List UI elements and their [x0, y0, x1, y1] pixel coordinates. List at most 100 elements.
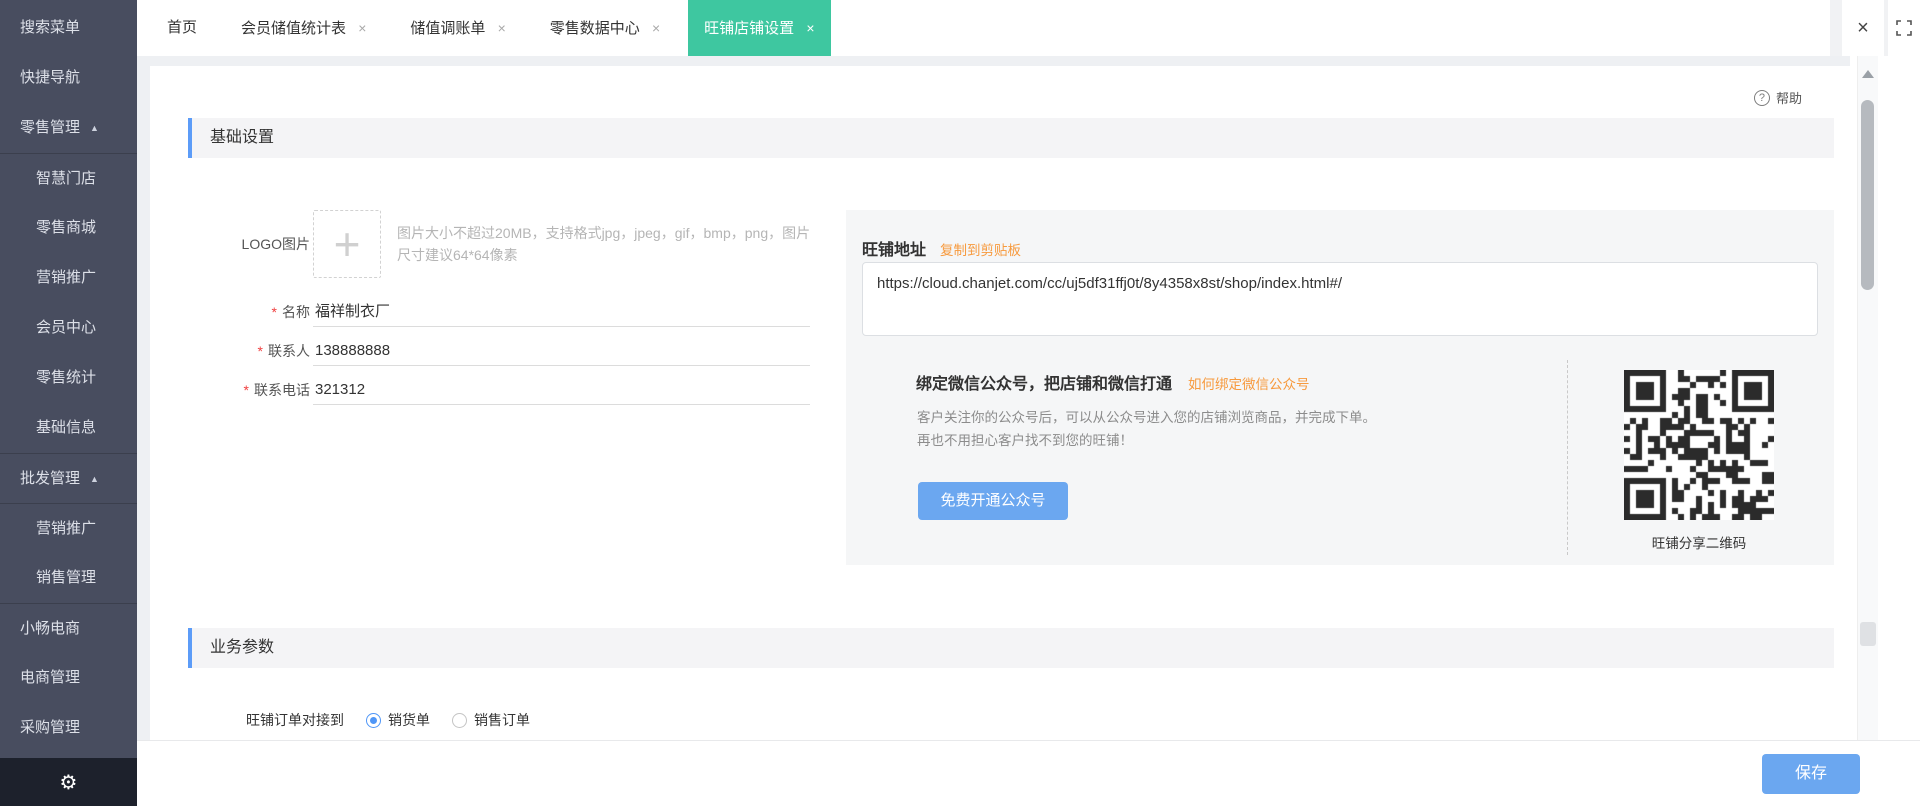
required-mark: * — [257, 343, 263, 359]
sidebar-item-marketing-promotion-wholesale[interactable]: 营销推广 — [0, 503, 137, 553]
tab-retail-data-center[interactable]: 零售数据中心 × — [534, 0, 676, 56]
save-button[interactable]: 保存 — [1762, 754, 1860, 794]
radio-label: 销售订单 — [474, 712, 530, 728]
tab-label: 会员储值统计表 — [241, 20, 347, 37]
dashed-divider — [1567, 360, 1568, 555]
scroll-segment[interactable] — [1860, 622, 1876, 646]
shop-url-box[interactable]: https://cloud.chanjet.com/cc/uj5df31ffj0… — [862, 262, 1818, 336]
sidebar-item-search-menu[interactable]: 搜索菜单 — [0, 3, 137, 53]
radio-circle-selected — [366, 712, 381, 728]
tab-close-icon[interactable]: × — [498, 20, 506, 36]
tab-member-stored-value-report[interactable]: 会员储值统计表 × — [225, 0, 382, 56]
section-header-basic: 基础设置 — [188, 118, 1834, 158]
tab-stored-value-adjustment[interactable]: 储值调账单 × — [394, 0, 521, 56]
field-label: * 联系人 — [150, 336, 310, 366]
close-icon: × — [1857, 17, 1869, 39]
order-dock-row: 旺铺订单对接到 销货单 销售订单 — [246, 710, 530, 730]
qr-code: 旺铺分享二维码 — [1623, 370, 1775, 552]
field-row-phone: * 联系电话 321312 — [150, 375, 810, 405]
wechat-howto-link[interactable]: 如何绑定微信公众号 — [1188, 373, 1310, 393]
required-mark: * — [271, 304, 277, 320]
tab-label: 首页 — [167, 19, 198, 36]
tab-shop-settings-active[interactable]: 旺铺店铺设置 × — [688, 0, 831, 56]
content-panel: ? 帮助 基础设置 LOGO图片 + 图片大小不超过20MB，支持格式jpg，j… — [150, 66, 1850, 740]
shop-address-panel: 旺铺地址 复制到剪贴板 https://cloud.chanjet.com/cc… — [846, 210, 1834, 565]
shop-address-title: 旺铺地址 — [862, 242, 927, 259]
sidebar-item-quick-nav[interactable]: 快捷导航 — [0, 53, 137, 103]
sidebar-item-ecommerce-management[interactable]: 电商管理 — [0, 653, 137, 703]
field-label-text: 联系电话 — [254, 382, 310, 398]
section-header-business: 业务参数 — [188, 628, 1834, 668]
scroll-thumb[interactable] — [1861, 100, 1874, 290]
sidebar-item-marketing-promotion-retail[interactable]: 营销推广 — [0, 253, 137, 303]
scrollbar[interactable] — [1857, 56, 1878, 740]
field-label: * 名称 — [150, 297, 310, 327]
tab-label: 储值调账单 — [410, 20, 486, 37]
radio-circle — [452, 712, 467, 728]
sidebar-item-retail-statistics[interactable]: 零售统计 — [0, 353, 137, 403]
footer-bar: 保存 — [137, 740, 1920, 806]
name-input[interactable]: 福祥制衣厂 — [313, 297, 810, 327]
open-official-account-button[interactable]: 免费开通公众号 — [918, 482, 1068, 520]
section-title: 基础设置 — [210, 129, 275, 146]
basic-fields: * 名称 福祥制衣厂 * 联系人 138888888 * 联系电话 321312 — [150, 297, 810, 414]
tab-close-icon[interactable]: × — [358, 20, 366, 36]
sidebar-item-retail-management-group[interactable]: 零售管理 ▲ — [0, 103, 137, 153]
tabbar-spacer — [1830, 0, 1842, 56]
radio-label: 销货单 — [388, 712, 430, 728]
sidebar-item-retail-mall[interactable]: 零售商城 — [0, 203, 137, 253]
tabbar-fullscreen-button[interactable] — [1888, 0, 1920, 56]
field-label-text: 名称 — [282, 304, 310, 320]
tab-close-icon[interactable]: × — [652, 20, 660, 36]
radio-option-sales-order[interactable]: 销售订单 — [452, 710, 530, 730]
sidebar-item-sales-management[interactable]: 销售管理 — [0, 553, 137, 603]
help-link[interactable]: ? 帮助 — [1753, 88, 1802, 107]
tab-close-icon[interactable]: × — [806, 20, 814, 36]
logo-hint: 图片大小不超过20MB，支持格式jpg，jpeg，gif，bmp，png，图片 … — [397, 222, 867, 266]
qr-code-image — [1624, 370, 1774, 520]
tabbar-close-button[interactable]: × — [1842, 0, 1884, 56]
help-label: 帮助 — [1775, 91, 1802, 106]
wechat-desc-line1: 客户关注你的公众号后，可以从公众号进入您的店铺浏览商品，并完成下单。 — [917, 410, 1376, 425]
wechat-bind-title: 绑定微信公众号，把店铺和微信打通 — [916, 376, 1173, 393]
contact-person-input[interactable]: 138888888 — [313, 336, 810, 366]
field-label-text: 联系人 — [268, 343, 310, 359]
section-title: 业务参数 — [210, 639, 275, 656]
sidebar-item-member-center[interactable]: 会员中心 — [0, 303, 137, 353]
sidebar-item-smart-store[interactable]: 智慧门店 — [0, 153, 137, 203]
contact-phone-input[interactable]: 321312 — [313, 375, 810, 405]
sidebar-menu: 搜索菜单 快捷导航 零售管理 ▲ 智慧门店 零售商城 营销推广 会员中心 零售统计… — [0, 0, 137, 753]
wechat-desc-line2: 再也不用担心客户找不到您的旺铺！ — [917, 433, 1133, 448]
sidebar: 搜索菜单 快捷导航 零售管理 ▲ 智慧门店 零售商城 营销推广 会员中心 零售统计… — [0, 0, 137, 806]
sidebar-item-basic-info[interactable]: 基础信息 — [0, 403, 137, 453]
radio-option-sales-slip[interactable]: 销货单 — [366, 710, 430, 730]
right-gutter — [1850, 56, 1920, 740]
tab-home[interactable]: 首页 — [151, 0, 213, 56]
sidebar-item-label: 批发管理 — [20, 470, 81, 487]
tab-label: 零售数据中心 — [549, 20, 640, 37]
tabbar: 首页 会员储值统计表 × 储值调账单 × 零售数据中心 × 旺铺店铺设置 × × — [137, 0, 1920, 56]
chevron-up-icon: ▲ — [90, 123, 99, 133]
main-area: ? 帮助 基础设置 LOGO图片 + 图片大小不超过20MB，支持格式jpg，j… — [137, 56, 1920, 740]
help-icon: ? — [1753, 89, 1770, 106]
shop-url-text: https://cloud.chanjet.com/cc/uj5df31ffj0… — [877, 275, 1342, 292]
gear-icon[interactable]: ⚙ — [60, 770, 78, 795]
wechat-bind-row: 绑定微信公众号，把店铺和微信打通 如何绑定微信公众号 — [916, 370, 1310, 394]
app-window: { "icons": { "close": "×", "gear": "⚙", … — [0, 0, 1920, 806]
logo-hint-line1: 图片大小不超过20MB，支持格式jpg，jpeg，gif，bmp，png，图片 — [397, 225, 811, 241]
fullscreen-icon — [1896, 20, 1912, 36]
required-mark: * — [243, 382, 249, 398]
order-dock-label: 旺铺订单对接到 — [246, 712, 344, 728]
tab-label: 旺铺店铺设置 — [704, 20, 795, 37]
sidebar-item-procurement-management[interactable]: 采购管理 — [0, 703, 137, 753]
sidebar-item-wholesale-management-group[interactable]: 批发管理 ▲ — [0, 453, 137, 503]
scroll-up-arrow[interactable] — [1862, 70, 1874, 78]
field-row-contact: * 联系人 138888888 — [150, 336, 810, 366]
copy-to-clipboard-link[interactable]: 复制到剪贴板 — [940, 239, 1021, 259]
wechat-desc: 客户关注你的公众号后，可以从公众号进入您的店铺浏览商品，并完成下单。 再也不用担… — [917, 406, 1376, 452]
logo-upload-box[interactable]: + — [313, 210, 381, 278]
field-row-name: * 名称 福祥制衣厂 — [150, 297, 810, 327]
logo-hint-line2: 尺寸建议64*64像素 — [397, 247, 518, 263]
sidebar-item-label: 零售管理 — [20, 119, 81, 136]
sidebar-item-xiaochang-ecommerce[interactable]: 小畅电商 — [0, 603, 137, 653]
